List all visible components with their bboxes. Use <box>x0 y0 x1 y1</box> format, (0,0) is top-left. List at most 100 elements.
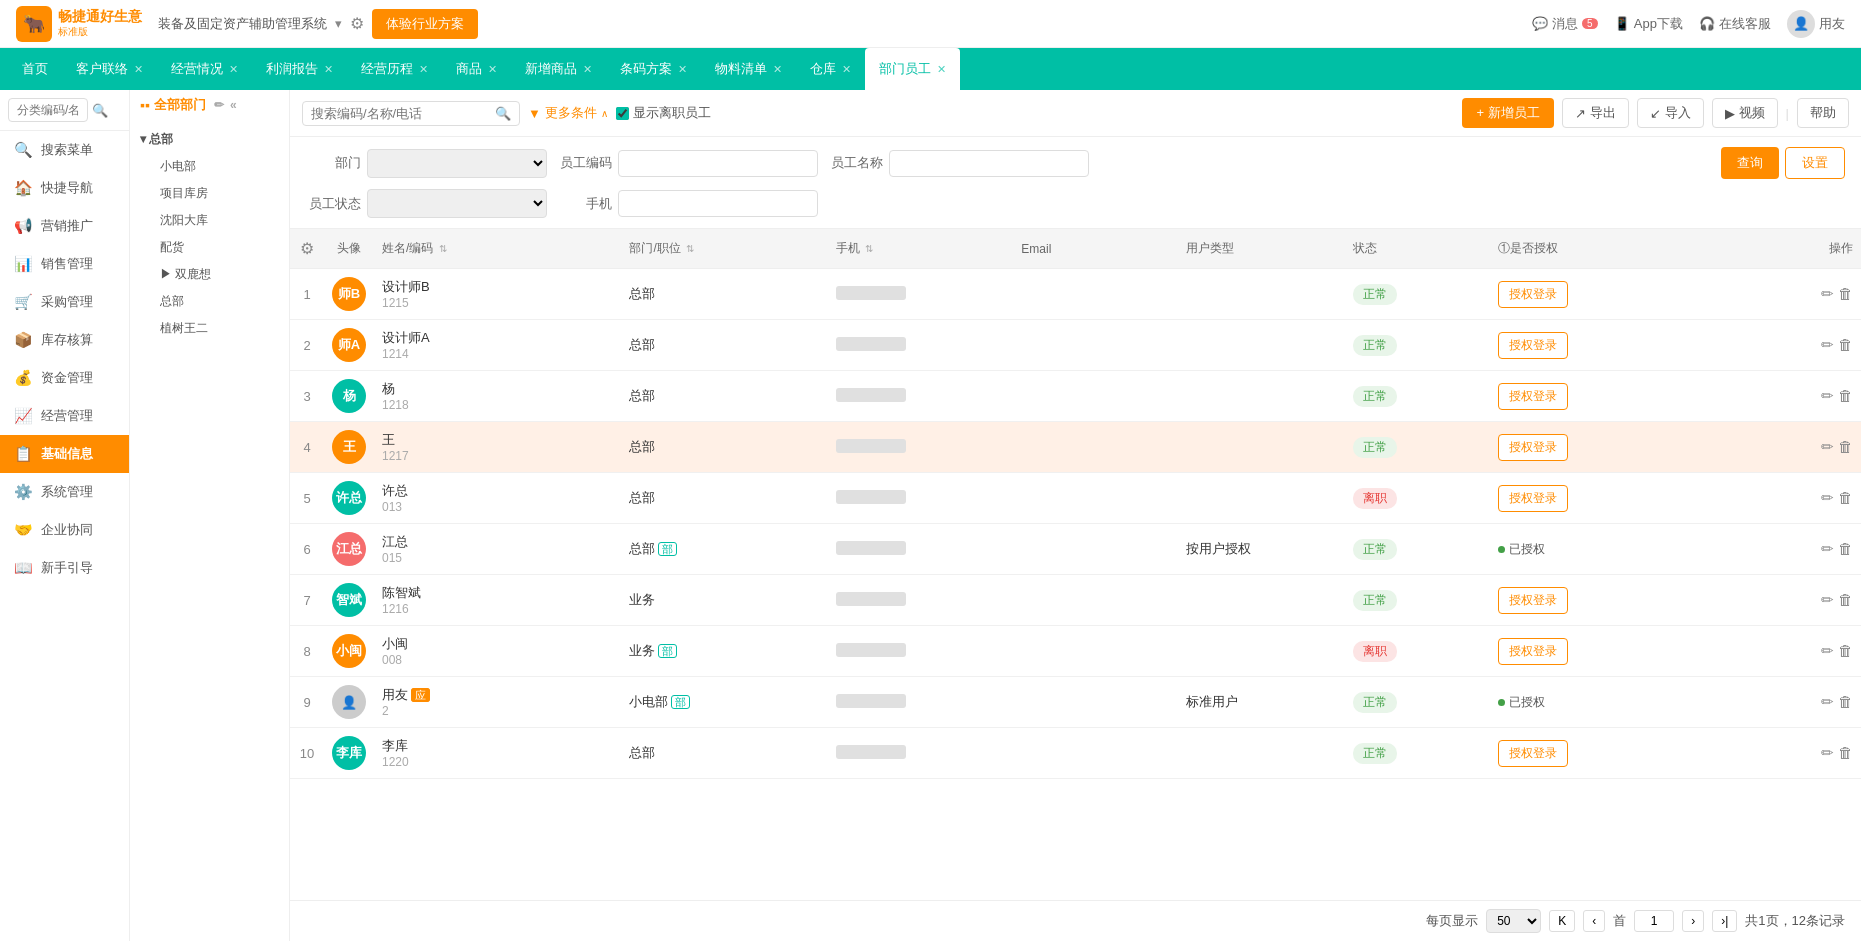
edit-button[interactable]: ✏ <box>1821 285 1834 302</box>
filter-dept-select[interactable] <box>367 149 547 178</box>
auth-login-button[interactable]: 授权登录 <box>1498 740 1568 767</box>
tab-goods[interactable]: 商品 ✕ <box>442 48 511 90</box>
tab-close-icon[interactable]: ✕ <box>134 63 143 76</box>
sidebar-item-manage[interactable]: 📈经营管理 <box>0 397 129 435</box>
dept-node-project[interactable]: 项目库房 <box>140 180 289 207</box>
edit-button[interactable]: ✏ <box>1821 387 1834 404</box>
sidebar-item-nav[interactable]: 🏠快捷导航 <box>0 169 129 207</box>
delete-button[interactable]: 🗑 <box>1838 489 1853 506</box>
prev-page-button[interactable]: ‹ <box>1583 910 1605 932</box>
tab-close-icon[interactable]: ✕ <box>324 63 333 76</box>
msg-button[interactable]: 💬 消息 5 <box>1532 15 1598 33</box>
dropdown-arrow-icon[interactable]: ▾ <box>335 16 342 31</box>
auth-login-button[interactable]: 授权登录 <box>1498 434 1568 461</box>
auth-login-button[interactable]: 授权登录 <box>1498 485 1568 512</box>
sidebar-item-guide[interactable]: 📖新手引导 <box>0 549 129 587</box>
auth-login-button[interactable]: 授权登录 <box>1498 587 1568 614</box>
dept-node-zongbu[interactable]: 总部 <box>140 288 289 315</box>
first-page-button[interactable]: K <box>1549 910 1575 932</box>
tab-profit[interactable]: 利润报告 ✕ <box>252 48 347 90</box>
col-header-phone[interactable]: 手机 ⇅ <box>828 229 1014 269</box>
sidebar-item-inventory[interactable]: 📦库存核算 <box>0 321 129 359</box>
tab-close-icon[interactable]: ✕ <box>419 63 428 76</box>
export-button[interactable]: ↗ 导出 <box>1562 98 1629 128</box>
per-page-select[interactable]: 50 20 100 <box>1486 909 1541 933</box>
dept-node-distribution[interactable]: 配货 <box>140 234 289 261</box>
video-button[interactable]: ▶ 视频 <box>1712 98 1778 128</box>
tab-employees[interactable]: 部门员工 ✕ <box>865 48 960 90</box>
delete-button[interactable]: 🗑 <box>1838 744 1853 761</box>
add-employee-button[interactable]: + 新增员工 <box>1462 98 1553 128</box>
service-button[interactable]: 🎧 在线客服 <box>1699 15 1771 33</box>
dept-node-zhishu[interactable]: 植树王二 <box>140 315 289 342</box>
last-page-button[interactable]: ›| <box>1712 910 1737 932</box>
auth-login-button[interactable]: 授权登录 <box>1498 383 1568 410</box>
gear-topbar-icon[interactable]: ⚙ <box>350 14 364 33</box>
filter-status-select[interactable] <box>367 189 547 218</box>
more-filter-button[interactable]: ▼ 更多条件 ∧ <box>528 104 608 122</box>
sidebar-item-finance[interactable]: 💰资金管理 <box>0 359 129 397</box>
sidebar-item-search[interactable]: 🔍搜索菜单 <box>0 131 129 169</box>
sidebar-item-system[interactable]: ⚙️系统管理 <box>0 473 129 511</box>
edit-button[interactable]: ✏ <box>1821 540 1834 557</box>
tab-bom[interactable]: 物料清单 ✕ <box>701 48 796 90</box>
delete-button[interactable]: 🗑 <box>1838 591 1853 608</box>
dept-node-root[interactable]: ▾ 总部 <box>130 126 289 153</box>
tab-home[interactable]: 首页 <box>8 48 62 90</box>
auth-login-button[interactable]: 授权登录 <box>1498 638 1568 665</box>
delete-button[interactable]: 🗑 <box>1838 285 1853 302</box>
sidebar-item-marketing[interactable]: 📢营销推广 <box>0 207 129 245</box>
tab-operation[interactable]: 经营情况 ✕ <box>157 48 252 90</box>
edit-button[interactable]: ✏ <box>1821 489 1834 506</box>
delete-button[interactable]: 🗑 <box>1838 642 1853 659</box>
edit-button[interactable]: ✏ <box>1821 642 1834 659</box>
edit-button[interactable]: ✏ <box>1821 591 1834 608</box>
tab-close-icon[interactable]: ✕ <box>937 63 946 76</box>
tab-close-icon[interactable]: ✕ <box>488 63 497 76</box>
sidebar-item-purchase[interactable]: 🛒采购管理 <box>0 283 129 321</box>
page-number-input[interactable] <box>1634 910 1674 932</box>
col-settings-icon[interactable]: ⚙ <box>300 240 314 257</box>
edit-button[interactable]: ✏ <box>1821 438 1834 455</box>
filter-empcode-input[interactable] <box>618 150 818 177</box>
tab-warehouse[interactable]: 仓库 ✕ <box>796 48 865 90</box>
sidebar-item-collab[interactable]: 🤝企业协同 <box>0 511 129 549</box>
dept-edit-icon[interactable]: ✏ <box>214 98 224 112</box>
delete-button[interactable]: 🗑 <box>1838 336 1853 353</box>
show-resign-label[interactable]: 显示离职员工 <box>616 104 711 122</box>
col-header-name[interactable]: 姓名/编码 ⇅ <box>374 229 621 269</box>
edit-button[interactable]: ✏ <box>1821 693 1834 710</box>
show-resign-checkbox[interactable] <box>616 107 629 120</box>
dept-node-shuangluxiang[interactable]: ▶ 双鹿想 <box>140 261 289 288</box>
sidebar-search-input[interactable] <box>8 98 88 122</box>
import-button[interactable]: ↙ 导入 <box>1637 98 1704 128</box>
sidebar-item-basic[interactable]: 📋基础信息 <box>0 435 129 473</box>
dept-node-shenyang[interactable]: 沈阳大库 <box>140 207 289 234</box>
set-button[interactable]: 设置 <box>1785 147 1845 179</box>
delete-button[interactable]: 🗑 <box>1838 387 1853 404</box>
edit-button[interactable]: ✏ <box>1821 744 1834 761</box>
app-download-button[interactable]: 📱 App下载 <box>1614 15 1683 33</box>
edit-button[interactable]: ✏ <box>1821 336 1834 353</box>
dept-collapse-icon[interactable]: « <box>230 98 237 112</box>
trial-button[interactable]: 体验行业方案 <box>372 9 478 39</box>
filter-empname-input[interactable] <box>889 150 1089 177</box>
delete-button[interactable]: 🗑 <box>1838 540 1853 557</box>
sidebar-search-icon[interactable]: 🔍 <box>92 103 108 118</box>
filter-phone-input[interactable] <box>618 190 818 217</box>
delete-button[interactable]: 🗑 <box>1838 693 1853 710</box>
query-button[interactable]: 查询 <box>1721 147 1779 179</box>
auth-login-button[interactable]: 授权登录 <box>1498 281 1568 308</box>
tab-close-icon[interactable]: ✕ <box>229 63 238 76</box>
toolbar-search-icon[interactable]: 🔍 <box>495 106 511 121</box>
dept-node-xiaodian[interactable]: 小电部 <box>140 153 289 180</box>
tab-customer[interactable]: 客户联络 ✕ <box>62 48 157 90</box>
toolbar-search-input[interactable] <box>311 106 491 121</box>
tab-barcode[interactable]: 条码方案 ✕ <box>606 48 701 90</box>
tab-close-icon[interactable]: ✕ <box>583 63 592 76</box>
auth-login-button[interactable]: 授权登录 <box>1498 332 1568 359</box>
tab-close-icon[interactable]: ✕ <box>773 63 782 76</box>
sidebar-item-sales[interactable]: 📊销售管理 <box>0 245 129 283</box>
help-button[interactable]: 帮助 <box>1797 98 1849 128</box>
tab-close-icon[interactable]: ✕ <box>678 63 687 76</box>
